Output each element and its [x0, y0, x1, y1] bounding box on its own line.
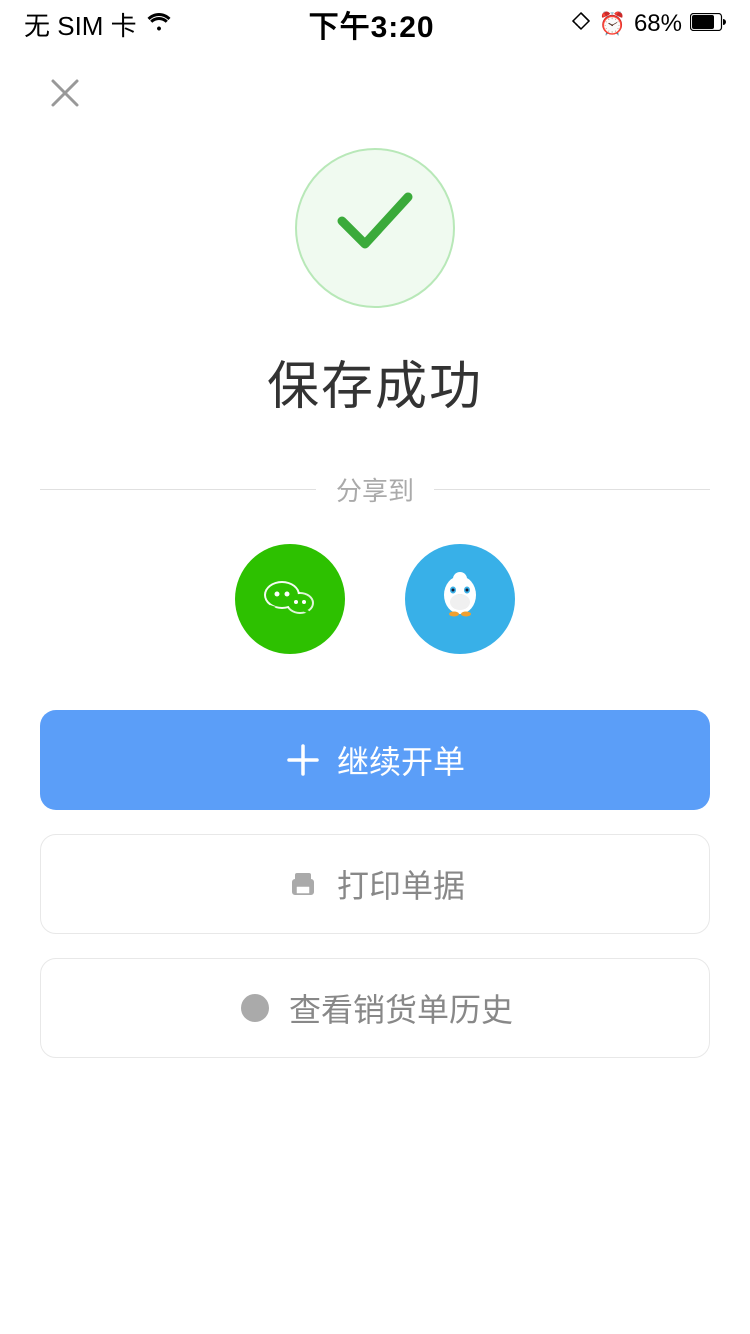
share-section: 分享到: [40, 471, 710, 654]
wechat-share-button[interactable]: [235, 544, 345, 654]
status-bar: 无 SIM 卡 下午3:20 ⏰ 68%: [0, 0, 750, 44]
print-label: 打印单据: [337, 861, 465, 907]
plus-icon: [285, 742, 321, 778]
success-circle: [295, 148, 455, 308]
status-right: ⏰ 68%: [571, 10, 726, 38]
wechat-icon: [256, 565, 324, 633]
battery-icon: [690, 10, 726, 38]
print-button[interactable]: 打印单据: [40, 834, 710, 934]
qq-icon: [426, 565, 494, 633]
share-icons: [235, 544, 515, 654]
alarm-icon: ⏰: [599, 11, 626, 37]
history-button[interactable]: 查看销货单历史: [40, 958, 710, 1058]
share-divider-row: 分享到: [40, 471, 710, 508]
history-icon: [237, 990, 273, 1026]
actions: 继续开单 打印单据 查看销货单: [40, 710, 710, 1058]
close-area: [0, 44, 750, 118]
share-label: 分享到: [336, 471, 414, 508]
sim-label: 无 SIM 卡: [24, 6, 137, 43]
printer-icon: [285, 866, 321, 902]
continue-label: 继续开单: [337, 737, 465, 783]
status-time: 下午3:20: [309, 2, 435, 46]
check-icon: [330, 179, 420, 272]
close-button[interactable]: [40, 68, 90, 118]
continue-order-button[interactable]: 继续开单: [40, 710, 710, 810]
status-left: 无 SIM 卡: [24, 6, 173, 43]
divider-right: [434, 489, 710, 490]
qq-share-button[interactable]: [405, 544, 515, 654]
success-title: 保存成功: [267, 344, 483, 419]
location-icon: [571, 10, 591, 38]
wifi-icon: [145, 10, 173, 38]
history-label: 查看销货单历史: [289, 985, 513, 1031]
divider-left: [40, 489, 316, 490]
main-content: 保存成功 分享到: [0, 118, 750, 1334]
battery-percent: 68%: [634, 10, 682, 38]
